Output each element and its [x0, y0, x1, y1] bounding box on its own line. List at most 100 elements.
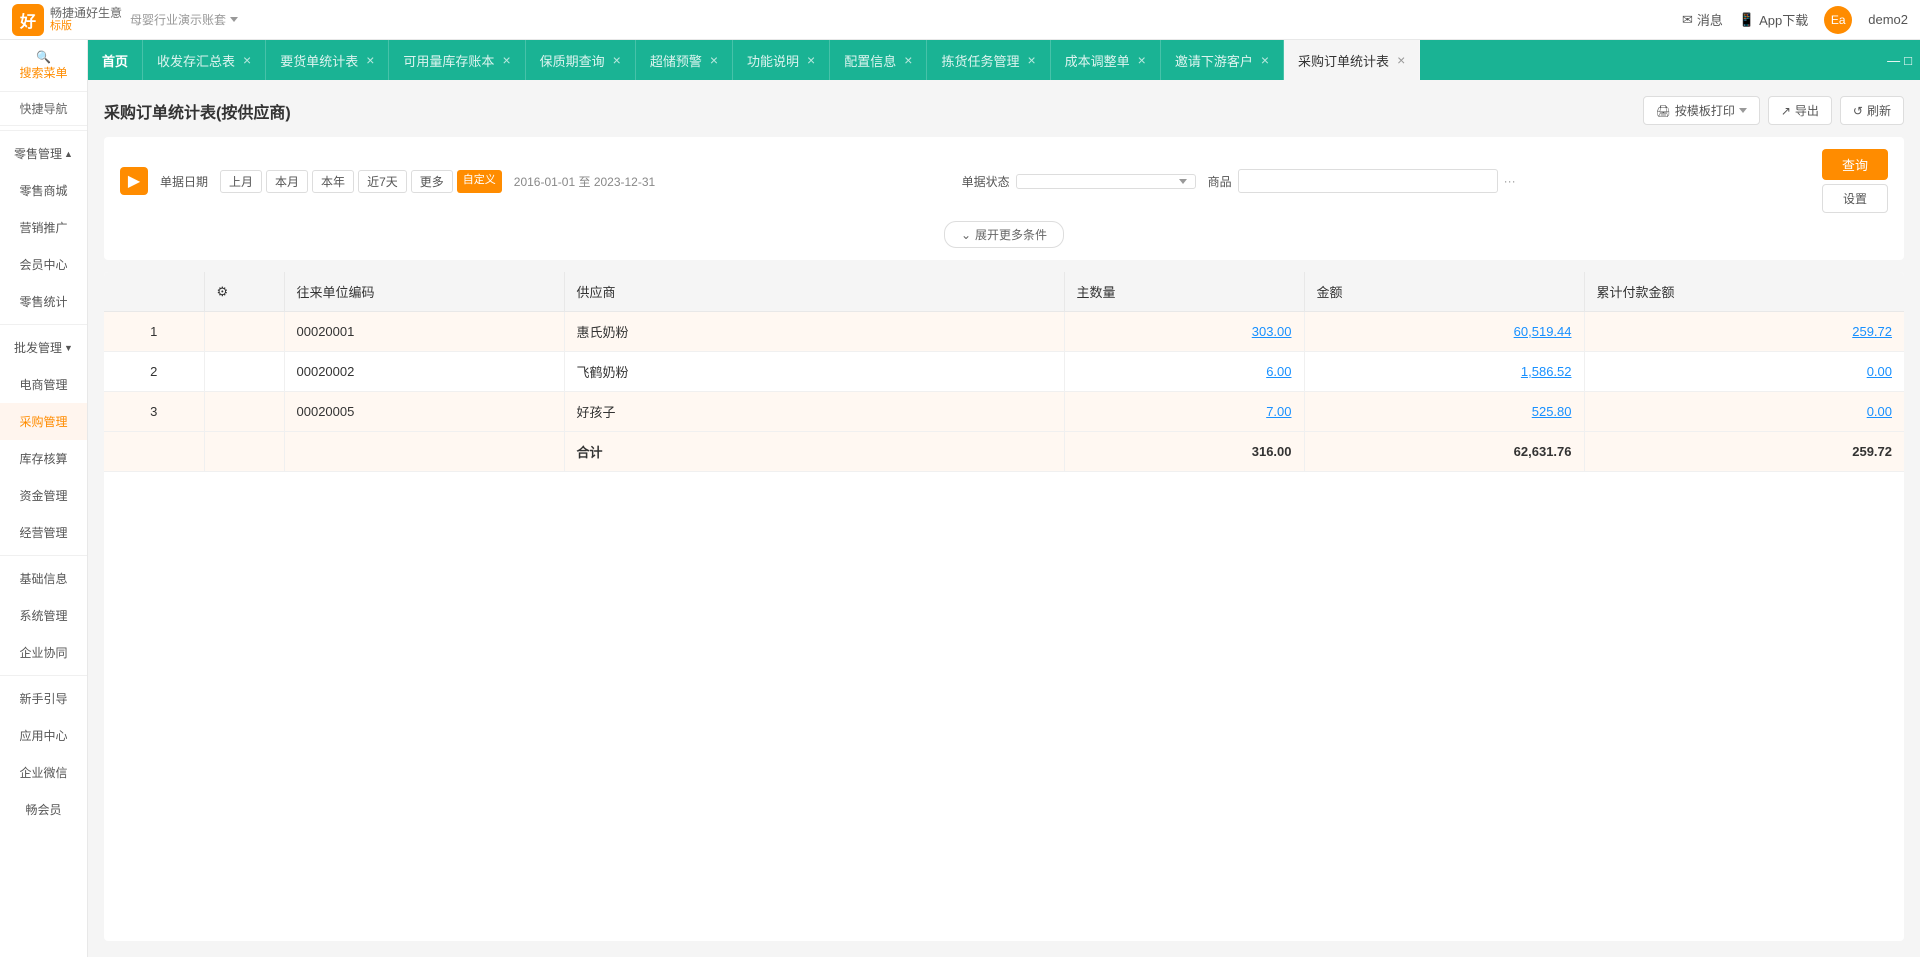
cell-qty[interactable]: 6.00 [1064, 352, 1304, 392]
breadcrumb: 母婴行业演示账套 [130, 11, 238, 28]
nav-tabs: 首页 收发存汇总表 × 要货单统计表 × 可用量库存账本 × 保质期查询 × 超… [88, 40, 1920, 80]
tab-invite-downstream[interactable]: 邀请下游客户 × [1161, 40, 1284, 80]
sidebar-item-enterprise-collab[interactable]: 企业协同 [0, 634, 87, 671]
tab-recv-summary[interactable]: 收发存汇总表 × [143, 40, 266, 80]
filter-area: ▶ 单据日期 上月 本月 本年 近7天 更多 自定义 2016-01-01 至 … [104, 137, 1904, 260]
sidebar-quick-nav[interactable]: 快捷导航 [0, 92, 87, 126]
cell-amount[interactable]: 60,519.44 [1304, 312, 1584, 352]
tab-purchase-order-stats[interactable]: 采购订单统计表 × [1284, 40, 1420, 80]
breadcrumb-arrow-icon[interactable] [230, 17, 238, 22]
sidebar-item-enterprise-wechat[interactable]: 企业微信 [0, 754, 87, 791]
footer-row: 合计 316.00 62,631.76 259.72 [104, 432, 1904, 472]
export-button[interactable]: ↗ 导出 [1768, 96, 1832, 125]
date-btn-last-month[interactable]: 上月 [220, 170, 262, 193]
sidebar-item-finance[interactable]: 资金管理 [0, 477, 87, 514]
close-icon[interactable]: × [1261, 52, 1269, 68]
filter-row2: ⌄ 展开更多条件 [120, 221, 1888, 248]
cell-code: 00020002 [284, 352, 564, 392]
print-button[interactable]: 🖨 按模板打印 [1643, 96, 1760, 125]
sidebar-item-inventory[interactable]: 库存核算 [0, 440, 87, 477]
tab-config-info[interactable]: 配置信息 × [830, 40, 927, 80]
sidebar-item-member-vip[interactable]: 畅会员 [0, 791, 87, 828]
username: demo2 [1868, 12, 1908, 27]
status-arrow-icon [1179, 179, 1187, 184]
tab-label: 要货单统计表 [280, 51, 358, 70]
sidebar-divider-4 [0, 675, 87, 676]
cell-index: 1 [104, 312, 204, 352]
close-icon[interactable]: × [366, 52, 374, 68]
arrow-down-icon: ▲ [64, 149, 73, 159]
sidebar-item-label: 新手引导 [19, 692, 67, 706]
tab-available-inventory[interactable]: 可用量库存账本 × [389, 40, 525, 80]
tab-cost-adjust[interactable]: 成本调整单 × [1051, 40, 1161, 80]
tab-home[interactable]: 首页 [88, 40, 143, 80]
sidebar-item-marketing[interactable]: 营销推广 [0, 209, 87, 246]
th-settings[interactable]: ⚙ [204, 272, 284, 312]
sidebar-search[interactable]: 🔍 搜索菜单 [0, 40, 87, 92]
cell-paid[interactable]: 0.00 [1584, 352, 1904, 392]
close-icon[interactable]: × [1027, 52, 1035, 68]
sidebar-item-label: 零售管理 [14, 145, 62, 162]
message-icon: ✉ [1682, 12, 1693, 28]
sidebar-item-label: 营销推广 [19, 221, 67, 235]
avatar[interactable]: Ea [1824, 6, 1852, 34]
sidebar-item-operations[interactable]: 经营管理 [0, 514, 87, 551]
page-content: 采购订单统计表(按供应商) 🖨 按模板打印 ↗ 导出 ↺ 刷新 [88, 80, 1920, 957]
cell-settings [204, 392, 284, 432]
refresh-icon: ↺ [1853, 104, 1863, 118]
filter-toggle-button[interactable]: ▶ [120, 167, 148, 195]
sidebar-item-basic-info[interactable]: 基础信息 [0, 560, 87, 597]
more-options-icon[interactable]: ··· [1504, 174, 1516, 188]
sidebar-item-retail-shop[interactable]: 零售商城 [0, 172, 87, 209]
status-select[interactable] [1016, 174, 1196, 189]
main-layout: 🔍 搜索菜单 快捷导航 零售管理 ▲ 零售商城 营销推广 会员中心 零售统计 批… [0, 40, 1920, 957]
cell-amount[interactable]: 525.80 [1304, 392, 1584, 432]
query-button[interactable]: 查询 [1822, 149, 1888, 180]
close-icon[interactable]: × [1397, 52, 1405, 68]
tab-function-guide[interactable]: 功能说明 × [733, 40, 830, 80]
goods-label: 商品 [1208, 173, 1232, 190]
tab-order-stats[interactable]: 要货单统计表 × [266, 40, 389, 80]
cell-paid[interactable]: 0.00 [1584, 392, 1904, 432]
close-icon[interactable]: × [1138, 52, 1146, 68]
refresh-button[interactable]: ↺ 刷新 [1840, 96, 1904, 125]
sidebar-item-retail-stats[interactable]: 零售统计 [0, 283, 87, 320]
sidebar-item-wholesale[interactable]: 批发管理 ▼ [0, 329, 87, 366]
sidebar-item-app-center[interactable]: 应用中心 [0, 717, 87, 754]
close-icon[interactable]: × [502, 52, 510, 68]
app-download-button[interactable]: 📱 App下载 [1739, 10, 1808, 29]
settings-button[interactable]: 设置 [1822, 184, 1888, 213]
tab-expiry-query[interactable]: 保质期查询 × [526, 40, 636, 80]
close-icon[interactable]: × [807, 52, 815, 68]
message-button[interactable]: ✉ 消息 [1682, 10, 1723, 29]
footer-amount: 62,631.76 [1304, 432, 1584, 472]
close-icon[interactable]: × [243, 52, 251, 68]
date-btn-this-month[interactable]: 本月 [266, 170, 308, 193]
date-btn-this-year[interactable]: 本年 [312, 170, 354, 193]
cell-amount[interactable]: 1,586.52 [1304, 352, 1584, 392]
sidebar-item-label: 应用中心 [19, 729, 67, 743]
close-icon[interactable]: × [613, 52, 621, 68]
tab-overstock-warning[interactable]: 超储预警 × [636, 40, 733, 80]
expand-more-button[interactable]: ⌄ 展开更多条件 [944, 221, 1064, 248]
sidebar-item-member-center[interactable]: 会员中心 [0, 246, 87, 283]
close-icon[interactable]: × [904, 52, 912, 68]
cell-qty[interactable]: 303.00 [1064, 312, 1304, 352]
window-min-icon[interactable]: — [1887, 53, 1900, 68]
sidebar-item-new-guide[interactable]: 新手引导 [0, 680, 87, 717]
sidebar-item-retail-management[interactable]: 零售管理 ▲ [0, 135, 87, 172]
search-icon: 🔍 [8, 50, 79, 64]
sidebar-item-ecommerce[interactable]: 电商管理 [0, 366, 87, 403]
cell-paid[interactable]: 259.72 [1584, 312, 1904, 352]
sidebar-item-purchase[interactable]: 采购管理 [0, 403, 87, 440]
date-label: 单据日期 [160, 173, 208, 190]
cell-qty[interactable]: 7.00 [1064, 392, 1304, 432]
goods-input[interactable] [1238, 169, 1498, 193]
sidebar-item-system[interactable]: 系统管理 [0, 597, 87, 634]
date-btn-more[interactable]: 更多 [411, 170, 453, 193]
tab-pick-task[interactable]: 拣货任务管理 × [927, 40, 1050, 80]
close-icon[interactable]: × [710, 52, 718, 68]
th-index [104, 272, 204, 312]
window-max-icon[interactable]: □ [1904, 53, 1912, 68]
date-btn-7days[interactable]: 近7天 [358, 170, 407, 193]
